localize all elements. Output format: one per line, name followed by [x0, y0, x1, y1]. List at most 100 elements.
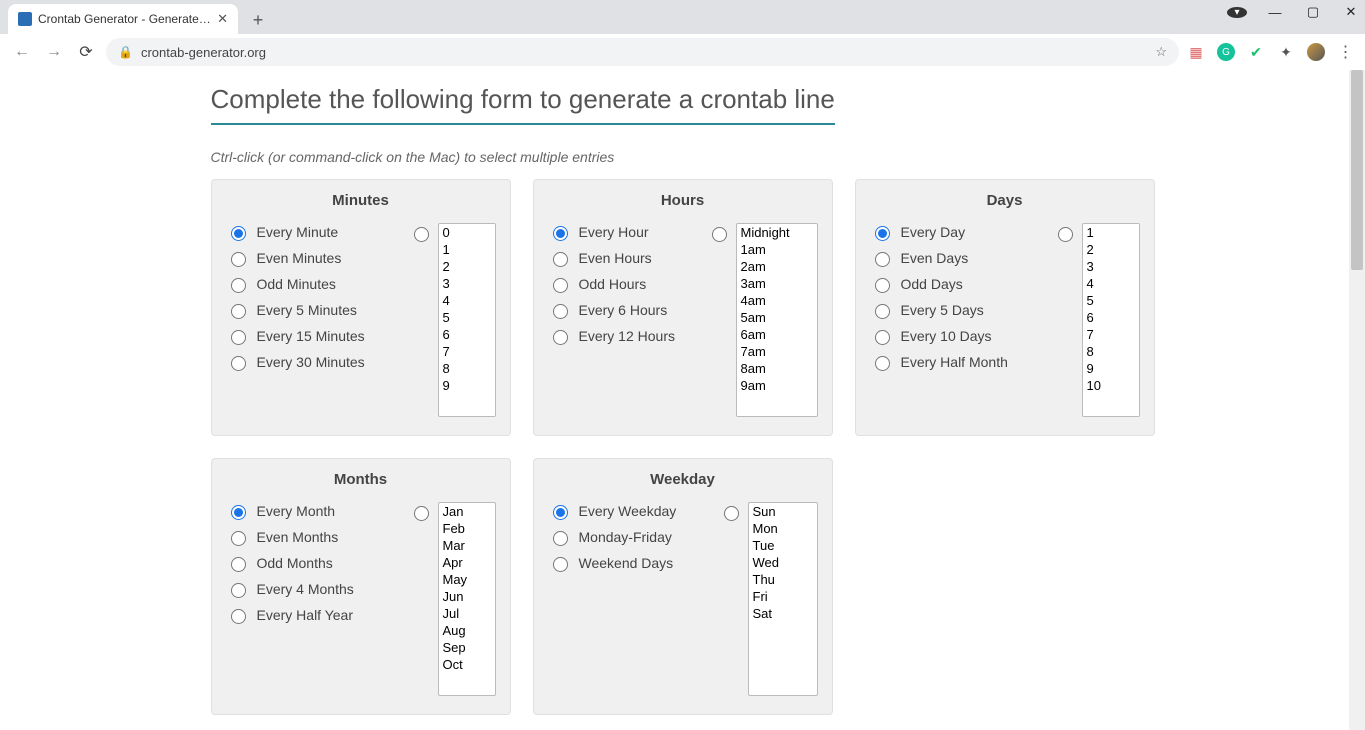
weekday-opt-weekend[interactable]: Weekend Days — [548, 554, 711, 572]
minutes-opt-odd[interactable]: Odd Minutes — [226, 275, 401, 293]
days-opt-half[interactable]: Every Half Month — [870, 353, 1045, 371]
select-option[interactable]: 6 — [439, 326, 495, 343]
months-opt-every[interactable]: Every Month — [226, 502, 401, 520]
browser-menu-button[interactable]: ⋮ — [1337, 43, 1355, 61]
months-radio[interactable] — [231, 609, 246, 624]
extension-icon[interactable]: ▦ — [1187, 43, 1205, 61]
select-option[interactable]: 1am — [737, 241, 817, 258]
minutes-opt-every[interactable]: Every Minute — [226, 223, 401, 241]
days-radio[interactable] — [875, 252, 890, 267]
days-select-radio[interactable] — [1058, 227, 1073, 242]
close-tab-button[interactable]: ✕ — [217, 11, 228, 27]
select-option[interactable]: 3am — [737, 275, 817, 292]
address-bar[interactable]: 🔒 crontab-generator.org ☆ — [106, 38, 1179, 66]
close-window-button[interactable]: ✕ — [1341, 4, 1361, 20]
days-radio[interactable] — [875, 278, 890, 293]
select-option[interactable]: 7 — [439, 343, 495, 360]
select-option[interactable]: 8 — [439, 360, 495, 377]
select-option[interactable]: 1 — [439, 241, 495, 258]
select-option[interactable]: Fri — [749, 588, 817, 605]
hours-radio[interactable] — [553, 330, 568, 345]
minutes-select[interactable]: 0123456789 — [438, 223, 496, 417]
hours-radio[interactable] — [553, 226, 568, 241]
select-option[interactable]: Aug — [439, 622, 495, 639]
select-option[interactable]: Oct — [439, 656, 495, 673]
days-opt-every[interactable]: Every Day — [870, 223, 1045, 241]
select-option[interactable]: 4 — [1083, 275, 1139, 292]
days-opt-odd[interactable]: Odd Days — [870, 275, 1045, 293]
months-radio[interactable] — [231, 557, 246, 572]
browser-tab[interactable]: Crontab Generator - Generate cr ✕ — [8, 4, 238, 34]
select-option[interactable]: 3 — [439, 275, 495, 292]
minutes-radio[interactable] — [231, 356, 246, 371]
select-option[interactable]: Feb — [439, 520, 495, 537]
select-option[interactable]: Mar — [439, 537, 495, 554]
days-radio[interactable] — [875, 356, 890, 371]
select-option[interactable]: 0 — [439, 224, 495, 241]
select-option[interactable]: 1 — [1083, 224, 1139, 241]
select-option[interactable]: 6 — [1083, 309, 1139, 326]
select-option[interactable]: 8 — [1083, 343, 1139, 360]
weekday-select[interactable]: SunMonTueWedThuFriSat — [748, 502, 818, 696]
hours-select[interactable]: Midnight1am2am3am4am5am6am7am8am9am — [736, 223, 818, 417]
weekday-radio[interactable] — [553, 505, 568, 520]
select-option[interactable]: 4 — [439, 292, 495, 309]
weekday-opt-every[interactable]: Every Weekday — [548, 502, 711, 520]
select-option[interactable]: 10 — [1083, 377, 1139, 394]
days-radio[interactable] — [875, 226, 890, 241]
days-opt-10[interactable]: Every 10 Days — [870, 327, 1045, 345]
select-option[interactable]: 7 — [1083, 326, 1139, 343]
hours-radio[interactable] — [553, 278, 568, 293]
months-select[interactable]: JanFebMarAprMayJunJulAugSepOct — [438, 502, 496, 696]
minutes-radio[interactable] — [231, 304, 246, 319]
select-option[interactable]: May — [439, 571, 495, 588]
select-option[interactable]: Apr — [439, 554, 495, 571]
reload-button[interactable]: ⟳ — [74, 40, 98, 64]
select-option[interactable]: Jul — [439, 605, 495, 622]
select-option[interactable]: 5 — [439, 309, 495, 326]
select-option[interactable]: 2am — [737, 258, 817, 275]
days-radio[interactable] — [875, 330, 890, 345]
shield-icon[interactable]: ✔ — [1247, 43, 1265, 61]
select-option[interactable]: 2 — [1083, 241, 1139, 258]
select-option[interactable]: Sun — [749, 503, 817, 520]
months-opt-even[interactable]: Even Months — [226, 528, 401, 546]
scrollbar-thumb[interactable] — [1351, 70, 1363, 270]
hours-radio[interactable] — [553, 304, 568, 319]
months-radio[interactable] — [231, 583, 246, 598]
months-opt-half[interactable]: Every Half Year — [226, 606, 401, 624]
select-option[interactable]: Jan — [439, 503, 495, 520]
circle-icon[interactable]: ▾ — [1227, 7, 1247, 18]
months-radio[interactable] — [231, 505, 246, 520]
weekday-radio[interactable] — [553, 557, 568, 572]
grammarly-icon[interactable]: G — [1217, 43, 1235, 61]
minutes-radio[interactable] — [231, 330, 246, 345]
select-option[interactable]: 5 — [1083, 292, 1139, 309]
weekday-opt-monfri[interactable]: Monday-Friday — [548, 528, 711, 546]
months-select-radio[interactable] — [414, 506, 429, 521]
select-option[interactable]: 6am — [737, 326, 817, 343]
select-option[interactable]: 7am — [737, 343, 817, 360]
select-option[interactable]: 5am — [737, 309, 817, 326]
new-tab-button[interactable]: + — [244, 6, 272, 34]
hours-opt-every[interactable]: Every Hour — [548, 223, 699, 241]
profile-avatar[interactable] — [1307, 43, 1325, 61]
select-option[interactable]: Sep — [439, 639, 495, 656]
select-option[interactable]: 9 — [439, 377, 495, 394]
hours-opt-odd[interactable]: Odd Hours — [548, 275, 699, 293]
minutes-radio[interactable] — [231, 226, 246, 241]
bookmark-star-icon[interactable]: ☆ — [1155, 44, 1167, 60]
forward-button[interactable]: → — [42, 40, 66, 64]
select-option[interactable]: Jun — [439, 588, 495, 605]
hours-opt-6[interactable]: Every 6 Hours — [548, 301, 699, 319]
weekday-select-radio[interactable] — [724, 506, 739, 521]
puzzle-icon[interactable]: ✦ — [1277, 43, 1295, 61]
minimize-button[interactable]: — — [1265, 5, 1285, 20]
months-radio[interactable] — [231, 531, 246, 546]
select-option[interactable]: 9am — [737, 377, 817, 394]
select-option[interactable]: 9 — [1083, 360, 1139, 377]
back-button[interactable]: ← — [10, 40, 34, 64]
page-scrollbar[interactable] — [1349, 70, 1365, 730]
days-radio[interactable] — [875, 304, 890, 319]
minutes-opt-15[interactable]: Every 15 Minutes — [226, 327, 401, 345]
